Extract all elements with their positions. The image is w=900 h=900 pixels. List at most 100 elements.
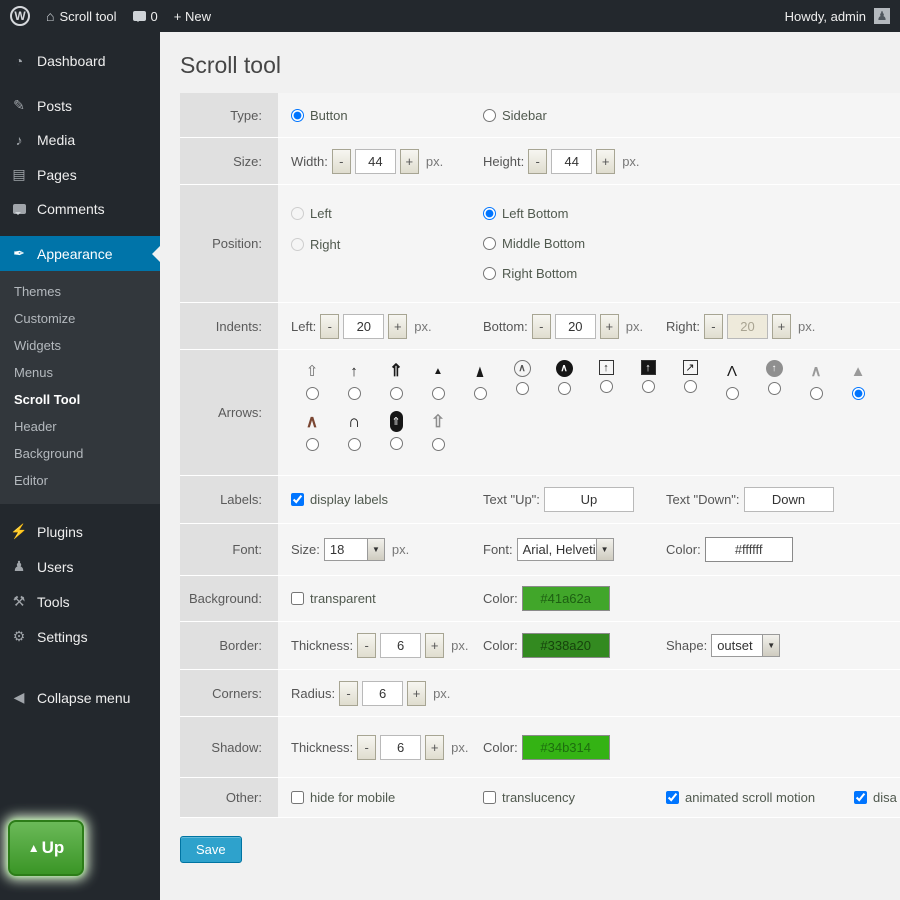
translucency-checkbox[interactable] (483, 791, 496, 804)
font-size-select[interactable]: 18 ▼ (323, 538, 385, 561)
indent-right-minus-button[interactable]: - (703, 313, 723, 339)
transparent-checkbox[interactable] (291, 592, 304, 605)
shadow-thickness-plus-button[interactable]: + (425, 734, 445, 760)
submenu-item-menus[interactable]: Menus (0, 359, 160, 386)
text-down-input[interactable] (743, 487, 834, 512)
position-left-option[interactable]: Left (291, 206, 483, 221)
howdy-menu[interactable]: Howdy, admin (785, 9, 866, 24)
disable-checkbox[interactable] (854, 791, 867, 804)
shadow-thickness-input[interactable] (380, 734, 422, 760)
submenu-item-header[interactable]: Header (0, 413, 160, 440)
font-color-input[interactable] (704, 537, 793, 562)
disable-option[interactable]: disa (854, 790, 897, 805)
arrow-style-radio[interactable] (767, 382, 781, 395)
indent-left-minus-button[interactable]: - (320, 313, 340, 339)
submenu-item-editor[interactable]: Editor (0, 467, 160, 494)
border-shape-select[interactable]: outset ▼ (711, 634, 781, 657)
new-button[interactable]: + New (174, 9, 211, 24)
width-input[interactable] (354, 148, 396, 174)
border-thickness-input[interactable] (380, 633, 422, 658)
submenu-item-widgets[interactable]: Widgets (0, 332, 160, 359)
arrow-style-radio[interactable] (431, 387, 445, 400)
save-button[interactable]: Save (180, 836, 242, 863)
hide-for-mobile-option[interactable]: hide for mobile (291, 790, 395, 805)
position-middle-bottom-radio[interactable] (483, 237, 496, 250)
arrow-style-radio[interactable] (641, 380, 655, 393)
sidebar-item-comments[interactable]: Comments (0, 192, 160, 226)
scroll-button-preview[interactable]: ▲ Up (8, 820, 84, 876)
sidebar-item-appearance[interactable]: ✒ Appearance (0, 236, 160, 271)
comments-indicator[interactable]: 0 (132, 9, 158, 24)
sidebar-item-tools[interactable]: ⚒ Tools (0, 584, 160, 619)
sidebar-item-plugins[interactable]: ⚡ Plugins (0, 514, 160, 549)
width-minus-button[interactable]: - (331, 148, 351, 174)
sidebar-item-pages[interactable]: ▤ Pages (0, 157, 160, 192)
border-thickness-minus-button[interactable]: - (357, 633, 377, 658)
height-input[interactable] (551, 148, 593, 174)
submenu-item-scroll-tool[interactable]: Scroll Tool (0, 386, 160, 413)
position-right-bottom-radio[interactable] (483, 267, 496, 280)
arrow-style-radio[interactable] (473, 387, 487, 400)
display-labels-checkbox[interactable] (291, 493, 304, 506)
wordpress-logo-icon[interactable]: W (10, 6, 30, 26)
arrow-style-radio[interactable] (515, 382, 529, 395)
sidebar-item-users[interactable]: ♟ Users (0, 549, 160, 584)
sidebar-item-settings[interactable]: ⚙ Settings (0, 619, 160, 654)
corners-radius-minus-button[interactable]: - (339, 680, 359, 706)
arrow-style-radio[interactable] (305, 438, 319, 451)
position-left-radio[interactable] (291, 207, 304, 220)
arrow-style-radio[interactable] (431, 438, 445, 451)
submenu-item-background[interactable]: Background (0, 440, 160, 467)
height-minus-button[interactable]: - (528, 148, 548, 174)
arrow-style-radio[interactable] (305, 387, 319, 400)
animated-scroll-option[interactable]: animated scroll motion (666, 790, 815, 805)
site-home-link[interactable]: ⌂ Scroll tool (46, 8, 117, 24)
position-right-option[interactable]: Right (291, 237, 483, 252)
border-thickness-plus-button[interactable]: + (425, 633, 445, 658)
shadow-thickness-minus-button[interactable]: - (357, 734, 377, 760)
arrow-style-radio[interactable] (851, 387, 865, 400)
avatar[interactable]: ♟ (874, 8, 890, 24)
transparent-option[interactable]: transparent (291, 591, 376, 606)
arrow-style-radio[interactable] (683, 380, 697, 393)
indent-right-plus-button[interactable]: + (771, 313, 791, 339)
indent-bottom-minus-button[interactable]: - (531, 313, 551, 339)
display-labels-option[interactable]: display labels (291, 492, 388, 507)
translucency-option[interactable]: translucency (483, 790, 575, 805)
sidebar-item-dashboard[interactable]: ◔ Dashboard (0, 44, 160, 78)
arrow-style-radio[interactable] (389, 437, 403, 450)
position-right-radio[interactable] (291, 238, 304, 251)
corners-radius-input[interactable] (362, 680, 404, 706)
background-color-input[interactable] (521, 586, 610, 611)
height-plus-button[interactable]: + (596, 148, 616, 174)
position-middle-bottom-option[interactable]: Middle Bottom (483, 236, 585, 251)
indent-bottom-input[interactable] (554, 313, 596, 339)
sidebar-item-posts[interactable]: ✎ Posts (0, 88, 160, 123)
font-family-select[interactable]: Arial, Helvetica ▼ (516, 538, 614, 561)
type-button-radio[interactable] (291, 108, 304, 122)
position-left-bottom-option[interactable]: Left Bottom (483, 206, 585, 221)
text-up-input[interactable] (543, 487, 634, 512)
submenu-item-customize[interactable]: Customize (0, 305, 160, 332)
collapse-menu-button[interactable]: ◀ Collapse menu (0, 680, 160, 715)
shadow-color-input[interactable] (521, 734, 610, 760)
arrow-style-radio[interactable] (809, 387, 823, 400)
type-button-option[interactable]: Button (291, 108, 348, 123)
border-color-input[interactable] (521, 633, 610, 658)
width-plus-button[interactable]: + (399, 148, 419, 174)
sidebar-item-media[interactable]: ♪ Media (0, 123, 160, 157)
animated-scroll-checkbox[interactable] (666, 791, 679, 804)
position-left-bottom-radio[interactable] (483, 207, 496, 220)
arrow-style-radio[interactable] (557, 382, 571, 395)
arrow-style-radio[interactable] (725, 387, 739, 400)
type-sidebar-radio[interactable] (483, 108, 496, 122)
indent-left-plus-button[interactable]: + (388, 313, 408, 339)
indent-right-input[interactable] (726, 313, 768, 339)
arrow-style-radio[interactable] (389, 387, 403, 400)
arrow-style-radio[interactable] (347, 387, 361, 400)
position-right-bottom-option[interactable]: Right Bottom (483, 266, 585, 281)
indent-bottom-plus-button[interactable]: + (599, 313, 619, 339)
indent-left-input[interactable] (343, 313, 385, 339)
type-sidebar-option[interactable]: Sidebar (483, 108, 547, 123)
arrow-style-radio[interactable] (347, 438, 361, 451)
